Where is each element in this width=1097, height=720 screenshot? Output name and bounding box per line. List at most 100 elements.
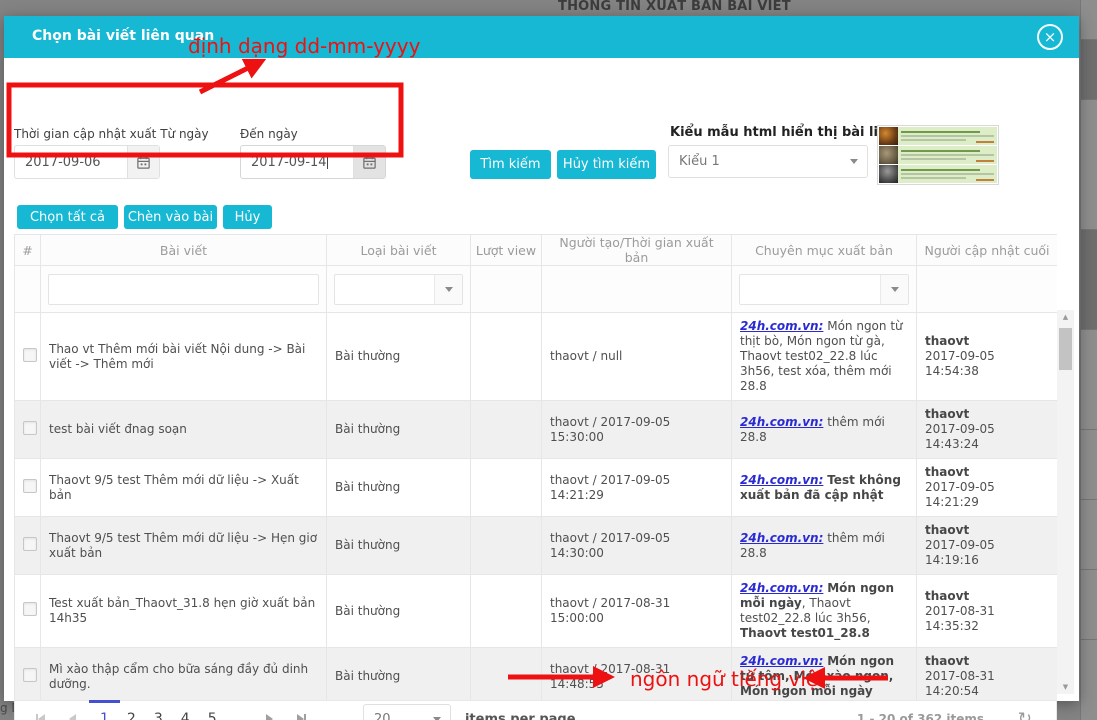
column-header[interactable]: Loại bài viết xyxy=(326,234,471,266)
column-header[interactable]: # xyxy=(14,234,41,266)
page-button[interactable]: 5 xyxy=(202,711,223,720)
column-header[interactable]: Người cập nhật cuối xyxy=(916,234,1057,266)
article-title-cell: Thao vt Thêm mới bài viết Nội dung -> Bà… xyxy=(40,312,327,401)
page-button[interactable]: 1 xyxy=(89,700,120,720)
table-header-row: # Bài viết Loại bài viết Lượt view Người tạo… xyxy=(14,234,1057,266)
calendar-icon[interactable] xyxy=(127,146,159,178)
creator-cell: thaovt / 2017-09-05 14:21:29 xyxy=(541,458,732,517)
category-cell: 24h.com.vn: Món ngon mỗi ngày, Thaovt te… xyxy=(731,574,917,648)
table-row[interactable]: Test xuất bản_Thaovt_31.8 hẹn giờ xuất b… xyxy=(14,574,1057,648)
column-header[interactable]: Bài viết xyxy=(40,234,327,266)
to-date-label: Đến ngày xyxy=(240,127,298,141)
pager-pages: 1 2 3 4 5... xyxy=(89,700,321,720)
source-link[interactable]: 24h.com.vn: xyxy=(740,581,823,595)
category-name: Thaovt test01_28.8 xyxy=(740,626,870,640)
column-header[interactable]: Lượt view xyxy=(470,234,542,266)
row-checkbox[interactable] xyxy=(23,478,37,493)
modal-body: Thời gian cập nhật xuất Từ ngày Đến ngày… xyxy=(4,58,1079,720)
category-cell: 24h.com.vn: Món ngon từ tôm, Món xào ngo… xyxy=(731,647,917,700)
article-title-cell: test bài viết đnag soạn xyxy=(40,400,327,459)
updated-time: 2017-09-05 14:54:38 xyxy=(925,349,995,378)
updater-name: thaovt xyxy=(925,588,970,603)
last-updater-cell: thaovt 2017-09-05 14:54:38 xyxy=(916,312,1057,401)
updater-name: thaovt xyxy=(925,334,970,348)
related-articles-preview-thumbnail xyxy=(878,126,998,184)
table-scrollbar[interactable]: ▲ ▼ xyxy=(1057,310,1074,694)
articles-grid: # Bài viết Loại bài viết Lượt view Người tạo… xyxy=(14,234,1057,700)
column-header[interactable]: Người tạo/Thời gian xuất bản xyxy=(541,234,732,266)
chevron-down-icon[interactable] xyxy=(880,274,908,304)
column-header[interactable]: Chuyên mục xuất bản xyxy=(731,234,917,266)
scroll-up-icon[interactable]: ▲ xyxy=(1063,310,1068,324)
modal-header: Chọn bài viết liên quan × xyxy=(4,16,1079,58)
creator-cell: thaovt / null xyxy=(541,312,732,401)
table-row[interactable]: Thaovt 9/5 test Thêm mới dữ liệu -> Hẹn … xyxy=(14,516,1057,575)
template-style-select[interactable]: Kiểu 1 xyxy=(668,145,868,178)
type-filter-select[interactable] xyxy=(334,273,463,305)
views-cell xyxy=(470,312,542,401)
chevron-down-icon[interactable] xyxy=(841,159,867,164)
article-title-cell: Thaovt 9/5 test Thêm mới dữ liệu -> Xuất… xyxy=(40,458,327,517)
refresh-icon[interactable]: ↻ xyxy=(1018,709,1032,720)
creator-cell: thaovt / 2017-08-31 15:00:00 xyxy=(541,574,732,648)
page-button[interactable]: 2 xyxy=(121,711,142,720)
scroll-down-icon[interactable]: ▼ xyxy=(1063,680,1068,694)
chevron-down-icon[interactable] xyxy=(434,274,462,304)
insert-into-article-button[interactable]: Chèn vào bài xyxy=(124,205,217,229)
row-checkbox[interactable] xyxy=(23,347,37,362)
updated-time: 2017-09-05 14:19:16 xyxy=(925,538,995,567)
page-size-select[interactable]: 20 xyxy=(362,704,451,720)
creator-cell: thaovt / 2017-09-05 15:30:00 xyxy=(541,400,732,459)
cancel-button[interactable]: Hủy xyxy=(223,205,272,229)
last-updater-cell: thaovt 2017-09-05 14:43:24 xyxy=(916,400,1057,459)
text-cursor xyxy=(326,154,328,169)
from-date-input[interactable]: 2017-09-06 xyxy=(14,145,160,179)
background-page-title: THÔNG TIN XUẤT BẢN BÀI VIẾT xyxy=(558,0,791,14)
article-type-cell: Bài thường xyxy=(326,400,471,459)
to-date-value[interactable]: 2017-09-14 xyxy=(241,154,353,170)
table-row[interactable]: Thaovt 9/5 test Thêm mới dữ liệu -> Xuất… xyxy=(14,458,1057,517)
updater-name: thaovt xyxy=(925,654,970,668)
source-link[interactable]: 24h.com.vn: xyxy=(740,654,823,668)
source-link[interactable]: 24h.com.vn: xyxy=(740,531,823,545)
select-all-button[interactable]: Chọn tất cả xyxy=(17,205,118,229)
category-filter-select[interactable] xyxy=(739,273,909,305)
row-checkbox[interactable] xyxy=(23,420,37,435)
close-icon[interactable]: × xyxy=(1037,24,1063,50)
cancel-search-button[interactable]: Hủy tìm kiếm xyxy=(557,150,656,179)
page-size-value: 20 xyxy=(373,711,391,720)
source-link[interactable]: 24h.com.vn: xyxy=(740,415,823,429)
row-checkbox[interactable] xyxy=(23,602,37,616)
scrollbar-thumb[interactable] xyxy=(1059,328,1072,370)
page-button[interactable]: 4 xyxy=(175,711,196,720)
source-link[interactable]: 24h.com.vn: xyxy=(740,473,823,487)
table-row[interactable]: Mì xào thập cẩm cho bữa sáng đầy đủ dinh… xyxy=(14,647,1057,700)
creator-cell: thaovt / 2017-09-05 14:30:00 xyxy=(541,516,732,575)
views-cell xyxy=(470,647,542,700)
first-page-button[interactable] xyxy=(27,706,53,720)
title-filter-input[interactable] xyxy=(48,273,319,305)
table-row[interactable]: test bài viết đnag soạn Bài thường thaovt … xyxy=(14,400,1057,459)
chevron-down-icon[interactable] xyxy=(424,716,450,720)
calendar-icon[interactable] xyxy=(353,146,385,178)
next-page-button[interactable] xyxy=(257,706,283,720)
last-page-button[interactable] xyxy=(289,706,315,720)
pager-ellipsis: ... xyxy=(234,711,248,720)
row-checkbox[interactable] xyxy=(23,536,37,551)
from-date-value[interactable]: 2017-09-06 xyxy=(15,155,127,170)
previous-page-button[interactable] xyxy=(59,706,85,720)
related-articles-modal: Chọn bài viết liên quan × Thời gian cập … xyxy=(4,16,1079,720)
article-type-cell: Bài thường xyxy=(326,458,471,517)
search-button[interactable]: Tìm kiếm xyxy=(470,150,551,179)
updated-time: 2017-09-05 14:21:29 xyxy=(925,480,995,509)
updated-time: 2017-09-05 14:43:24 xyxy=(925,422,995,451)
template-style-value: Kiểu 1 xyxy=(679,154,720,169)
source-link[interactable]: 24h.com.vn: xyxy=(740,319,823,333)
table-row[interactable]: Thao vt Thêm mới bài viết Nội dung -> Bà… xyxy=(14,312,1057,401)
last-updater-cell: thaovt 2017-08-31 14:20:54 xyxy=(916,647,1057,700)
page-button[interactable]: 3 xyxy=(148,711,169,720)
updated-time: 2017-08-31 14:20:54 xyxy=(925,669,995,698)
article-table-body: Thao vt Thêm mới bài viết Nội dung -> Bà… xyxy=(14,312,1057,700)
to-date-input[interactable]: 2017-09-14 xyxy=(240,145,386,179)
row-checkbox[interactable] xyxy=(23,667,37,682)
